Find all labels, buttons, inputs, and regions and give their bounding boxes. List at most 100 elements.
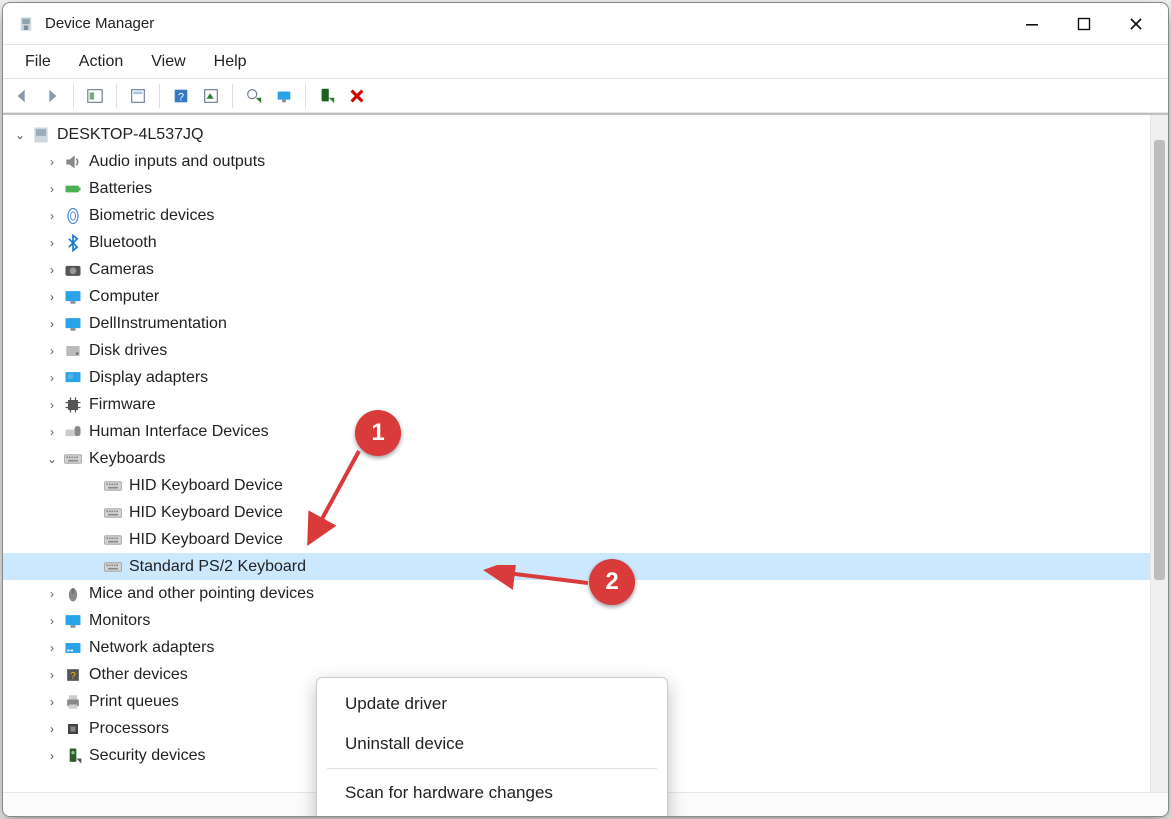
separator: [73, 84, 74, 108]
chevron-right-icon[interactable]: ›: [45, 182, 59, 196]
tree-node-label: Disk drives: [89, 342, 167, 360]
chevron-right-icon[interactable]: ›: [45, 155, 59, 169]
menu-view[interactable]: View: [137, 49, 199, 75]
hid-icon: [63, 422, 83, 442]
chevron-right-icon[interactable]: ›: [45, 236, 59, 250]
chevron-right-icon[interactable]: ›: [45, 668, 59, 682]
chevron-right-icon[interactable]: ›: [45, 317, 59, 331]
tree-node-label: HID Keyboard Device: [129, 504, 283, 522]
context-menu-item[interactable]: Scan for hardware changes: [317, 773, 667, 813]
chevron-right-icon[interactable]: ›: [45, 722, 59, 736]
chevron-right-icon[interactable]: ›: [45, 587, 59, 601]
scan-hardware-toolbar-button[interactable]: [271, 83, 297, 109]
chevron-none: ›: [85, 479, 99, 493]
tree-category-node[interactable]: › Mice and other pointing devices: [3, 580, 1150, 607]
chevron-right-icon[interactable]: ›: [45, 641, 59, 655]
chevron-right-icon[interactable]: ›: [45, 614, 59, 628]
tree-device-node[interactable]: › HID Keyboard Device: [3, 499, 1150, 526]
tree-category-node[interactable]: › Computer: [3, 283, 1150, 310]
help-button[interactable]: ?: [168, 83, 194, 109]
tree-node-label: Audio inputs and outputs: [89, 153, 265, 171]
disk-icon: [63, 341, 83, 361]
tree-category-node[interactable]: ›Human Interface Devices: [3, 418, 1150, 445]
scrollbar[interactable]: [1150, 115, 1168, 792]
context-menu-item[interactable]: Update driver: [317, 684, 667, 724]
close-button[interactable]: [1110, 3, 1162, 45]
view-devices-button[interactable]: [198, 83, 224, 109]
kbd-icon: [103, 476, 123, 496]
enable-device-toolbar-button[interactable]: [314, 83, 340, 109]
tree-category-node[interactable]: ⌄ Keyboards: [3, 445, 1150, 472]
tree-node-label: Firmware: [89, 396, 156, 414]
tree-device-node[interactable]: ›HID Keyboard Device: [3, 472, 1150, 499]
chevron-down-icon[interactable]: ⌄: [13, 128, 27, 142]
tree-category-node[interactable]: ›Cameras: [3, 256, 1150, 283]
minimize-button[interactable]: [1006, 3, 1058, 45]
scroll-thumb[interactable]: [1154, 140, 1165, 580]
tree-category-node[interactable]: › Disk drives: [3, 337, 1150, 364]
tree-root-node[interactable]: ⌄DESKTOP-4L537JQ: [3, 121, 1150, 148]
separator: [116, 84, 117, 108]
tree-category-node[interactable]: ›Bluetooth: [3, 229, 1150, 256]
uninstall-device-toolbar-button[interactable]: [344, 83, 370, 109]
chevron-right-icon[interactable]: ›: [45, 749, 59, 763]
tree-category-node[interactable]: › Audio inputs and outputs: [3, 148, 1150, 175]
chevron-right-icon[interactable]: ›: [45, 398, 59, 412]
tree-node-label: Standard PS/2 Keyboard: [129, 558, 306, 576]
tree-category-node[interactable]: › DellInstrumentation: [3, 310, 1150, 337]
computer-icon: [31, 125, 51, 145]
app-icon: [17, 15, 35, 33]
menu-help[interactable]: Help: [200, 49, 261, 75]
tree-category-node[interactable]: ›Network adapters: [3, 634, 1150, 661]
camera-icon: [63, 260, 83, 280]
menu-file[interactable]: File: [11, 49, 65, 75]
kbd-icon: [63, 449, 83, 469]
tree-category-node[interactable]: › Display adapters: [3, 364, 1150, 391]
tree-node-label: Security devices: [89, 747, 206, 765]
nav-forward-button[interactable]: [39, 83, 65, 109]
monitor-icon: [63, 287, 83, 307]
content-area: ⌄DESKTOP-4L537JQ › Audio inputs and output…: [3, 113, 1168, 792]
context-menu-separator: [327, 768, 657, 769]
tree-node-label: Batteries: [89, 180, 152, 198]
titlebar: Device Manager: [3, 3, 1168, 45]
tree-node-label: DellInstrumentation: [89, 315, 227, 333]
tree-device-node[interactable]: › HID Keyboard Device: [3, 526, 1150, 553]
menu-action[interactable]: Action: [65, 49, 137, 75]
chevron-right-icon[interactable]: ›: [45, 695, 59, 709]
properties-button[interactable]: [125, 83, 151, 109]
chevron-right-icon[interactable]: ›: [45, 344, 59, 358]
chevron-none: ›: [85, 533, 99, 547]
annotation-badge-2: 2: [589, 559, 635, 605]
maximize-button[interactable]: [1058, 3, 1110, 45]
tree-category-node[interactable]: ›Biometric devices: [3, 202, 1150, 229]
chevron-right-icon[interactable]: ›: [45, 425, 59, 439]
kbd-icon: [103, 557, 123, 577]
chevron-none: ›: [85, 506, 99, 520]
tree-category-node[interactable]: › Monitors: [3, 607, 1150, 634]
kbd-icon: [103, 503, 123, 523]
tree-node-label: Computer: [89, 288, 159, 306]
update-driver-toolbar-button[interactable]: [241, 83, 267, 109]
tree-category-node[interactable]: › Firmware: [3, 391, 1150, 418]
separator: [305, 84, 306, 108]
context-menu-item[interactable]: Uninstall device: [317, 724, 667, 764]
tree-node-label: HID Keyboard Device: [129, 531, 283, 549]
chevron-right-icon[interactable]: ›: [45, 209, 59, 223]
window-frame: Device Manager File Action View Help ? ⌄…: [2, 2, 1169, 817]
tree-category-node[interactable]: › Batteries: [3, 175, 1150, 202]
chevron-right-icon[interactable]: ›: [45, 371, 59, 385]
chevron-right-icon[interactable]: ›: [45, 263, 59, 277]
chevron-down-icon[interactable]: ⌄: [45, 452, 59, 466]
tree-node-label: Monitors: [89, 612, 150, 630]
nav-back-button[interactable]: [9, 83, 35, 109]
tree-node-label: Mice and other pointing devices: [89, 585, 314, 603]
tree-device-node[interactable]: ›Standard PS/2 Keyboard: [3, 553, 1150, 580]
tree-node-label: Display adapters: [89, 369, 208, 387]
mouse-icon: [63, 584, 83, 604]
show-hide-console-button[interactable]: [82, 83, 108, 109]
separator: [159, 84, 160, 108]
chevron-right-icon[interactable]: ›: [45, 290, 59, 304]
tree-node-label: Other devices: [89, 666, 188, 684]
tree-node-label: Keyboards: [89, 450, 166, 468]
